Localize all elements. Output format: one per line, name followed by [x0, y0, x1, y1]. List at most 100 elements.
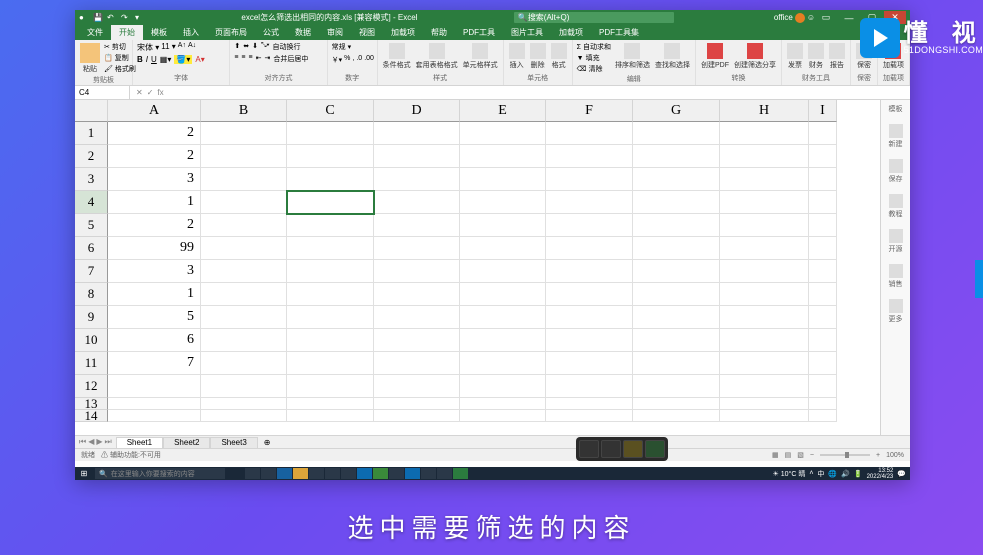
cell-G13[interactable]: [633, 398, 720, 410]
cell-D7[interactable]: [374, 260, 460, 283]
inc-decimal-icon[interactable]: .0: [356, 55, 362, 65]
confirm-formula-icon[interactable]: ✓: [147, 88, 154, 97]
cell-B5[interactable]: [201, 214, 287, 237]
border-button[interactable]: ▦▾: [160, 55, 172, 64]
delete-cells-button[interactable]: 删除: [529, 42, 547, 71]
align-bottom-icon[interactable]: ⬇: [252, 42, 258, 52]
cell-C8[interactable]: [287, 283, 374, 306]
cell-H14[interactable]: [720, 410, 809, 422]
cell-H4[interactable]: [720, 191, 809, 214]
share-button[interactable]: 创建筛选分享: [733, 42, 777, 71]
cell-H10[interactable]: [720, 329, 809, 352]
sheet-nav-last-icon[interactable]: ⏭: [105, 437, 112, 447]
taskbar-store-icon[interactable]: [309, 468, 324, 479]
cell-C7[interactable]: [287, 260, 374, 283]
cell-A5[interactable]: 2: [108, 214, 201, 237]
cell-D13[interactable]: [374, 398, 460, 410]
cell-C14[interactable]: [287, 410, 374, 422]
row-header-11[interactable]: 11: [75, 352, 108, 375]
tab-template[interactable]: 模板: [143, 25, 175, 40]
cell-F10[interactable]: [546, 329, 633, 352]
column-header-D[interactable]: D: [374, 100, 460, 122]
zoom-out-icon[interactable]: −: [810, 452, 814, 459]
cell-I8[interactable]: [809, 283, 837, 306]
float-btn-1[interactable]: [579, 440, 599, 458]
taskbar-cortana-icon[interactable]: [245, 468, 260, 479]
cell-B4[interactable]: [201, 191, 287, 214]
view-break-icon[interactable]: ▧: [797, 451, 804, 459]
cell-I2[interactable]: [809, 145, 837, 168]
report-button[interactable]: 报告: [828, 42, 846, 71]
cell-styles-button[interactable]: 单元格样式: [462, 42, 499, 71]
cell-G2[interactable]: [633, 145, 720, 168]
cell-H11[interactable]: [720, 352, 809, 375]
tray-clock[interactable]: 13:52 2022/4/23: [867, 468, 894, 480]
cut-button[interactable]: ✂ 剪切: [104, 42, 136, 52]
ribbon-options-icon[interactable]: ▭: [815, 11, 837, 24]
cell-F7[interactable]: [546, 260, 633, 283]
clear-button[interactable]: ⌫ 清除: [577, 64, 611, 74]
sheet-nav-prev-icon[interactable]: ◀: [88, 437, 94, 447]
column-header-G[interactable]: G: [633, 100, 720, 122]
percent-icon[interactable]: %: [344, 55, 350, 65]
font-color-button[interactable]: A▾: [195, 55, 204, 64]
quick-access-toolbar[interactable]: ● 💾 ↶ ↷ ▾: [79, 13, 145, 23]
taskbar-app1-icon[interactable]: [325, 468, 340, 479]
cell-B6[interactable]: [201, 237, 287, 260]
cell-E7[interactable]: [460, 260, 546, 283]
tray-network-icon[interactable]: 🌐: [828, 470, 837, 478]
cell-E5[interactable]: [460, 214, 546, 237]
cell-A10[interactable]: 6: [108, 329, 201, 352]
tab-review[interactable]: 审阅: [319, 25, 351, 40]
cell-E3[interactable]: [460, 168, 546, 191]
redo-icon[interactable]: ↷: [121, 13, 131, 23]
cell-D3[interactable]: [374, 168, 460, 191]
row-header-8[interactable]: 8: [75, 283, 108, 306]
taskbar-taskview-icon[interactable]: [261, 468, 276, 479]
cell-B10[interactable]: [201, 329, 287, 352]
cell-I10[interactable]: [809, 329, 837, 352]
cell-H7[interactable]: [720, 260, 809, 283]
cell-C4[interactable]: [287, 191, 374, 214]
sheet-tab-1[interactable]: Sheet1: [116, 437, 163, 448]
cell-E13[interactable]: [460, 398, 546, 410]
cell-C1[interactable]: [287, 122, 374, 145]
taskbar-app6-icon[interactable]: [437, 468, 452, 479]
tray-notification-icon[interactable]: 💬: [897, 470, 906, 478]
column-header-A[interactable]: A: [108, 100, 201, 122]
float-btn-3[interactable]: [623, 440, 643, 458]
cell-G4[interactable]: [633, 191, 720, 214]
cell-B2[interactable]: [201, 145, 287, 168]
cell-H12[interactable]: [720, 375, 809, 398]
format-painter-button[interactable]: 🖌 格式刷: [104, 64, 136, 74]
taskbar-excel-icon[interactable]: [453, 468, 468, 479]
format-cells-button[interactable]: 格式: [550, 42, 568, 71]
row-header-14[interactable]: 14: [75, 410, 108, 422]
cell-D2[interactable]: [374, 145, 460, 168]
fill-color-button[interactable]: 🪣▾: [174, 55, 192, 64]
cell-G3[interactable]: [633, 168, 720, 191]
tell-me-search[interactable]: 🔍 搜索(Alt+Q): [514, 12, 674, 23]
cell-H5[interactable]: [720, 214, 809, 237]
paste-button[interactable]: 粘贴: [79, 42, 101, 75]
cell-I5[interactable]: [809, 214, 837, 237]
row-header-10[interactable]: 10: [75, 329, 108, 352]
cell-H1[interactable]: [720, 122, 809, 145]
cell-I3[interactable]: [809, 168, 837, 191]
cell-I7[interactable]: [809, 260, 837, 283]
cell-E4[interactable]: [460, 191, 546, 214]
copy-button[interactable]: 📋 复制: [104, 53, 136, 63]
tab-help[interactable]: 帮助: [423, 25, 455, 40]
cell-D9[interactable]: [374, 306, 460, 329]
cell-F3[interactable]: [546, 168, 633, 191]
row-header-4[interactable]: 4: [75, 191, 108, 214]
cell-A1[interactable]: 2: [108, 122, 201, 145]
side-panel-item-5[interactable]: 更多: [889, 299, 903, 324]
row-header-6[interactable]: 6: [75, 237, 108, 260]
number-format-selector[interactable]: 常规 ▾: [332, 42, 351, 52]
cell-G14[interactable]: [633, 410, 720, 422]
cell-A13[interactable]: [108, 398, 201, 410]
autosum-button[interactable]: Σ 自动求和: [577, 42, 611, 52]
tab-view[interactable]: 视图: [351, 25, 383, 40]
cell-F12[interactable]: [546, 375, 633, 398]
